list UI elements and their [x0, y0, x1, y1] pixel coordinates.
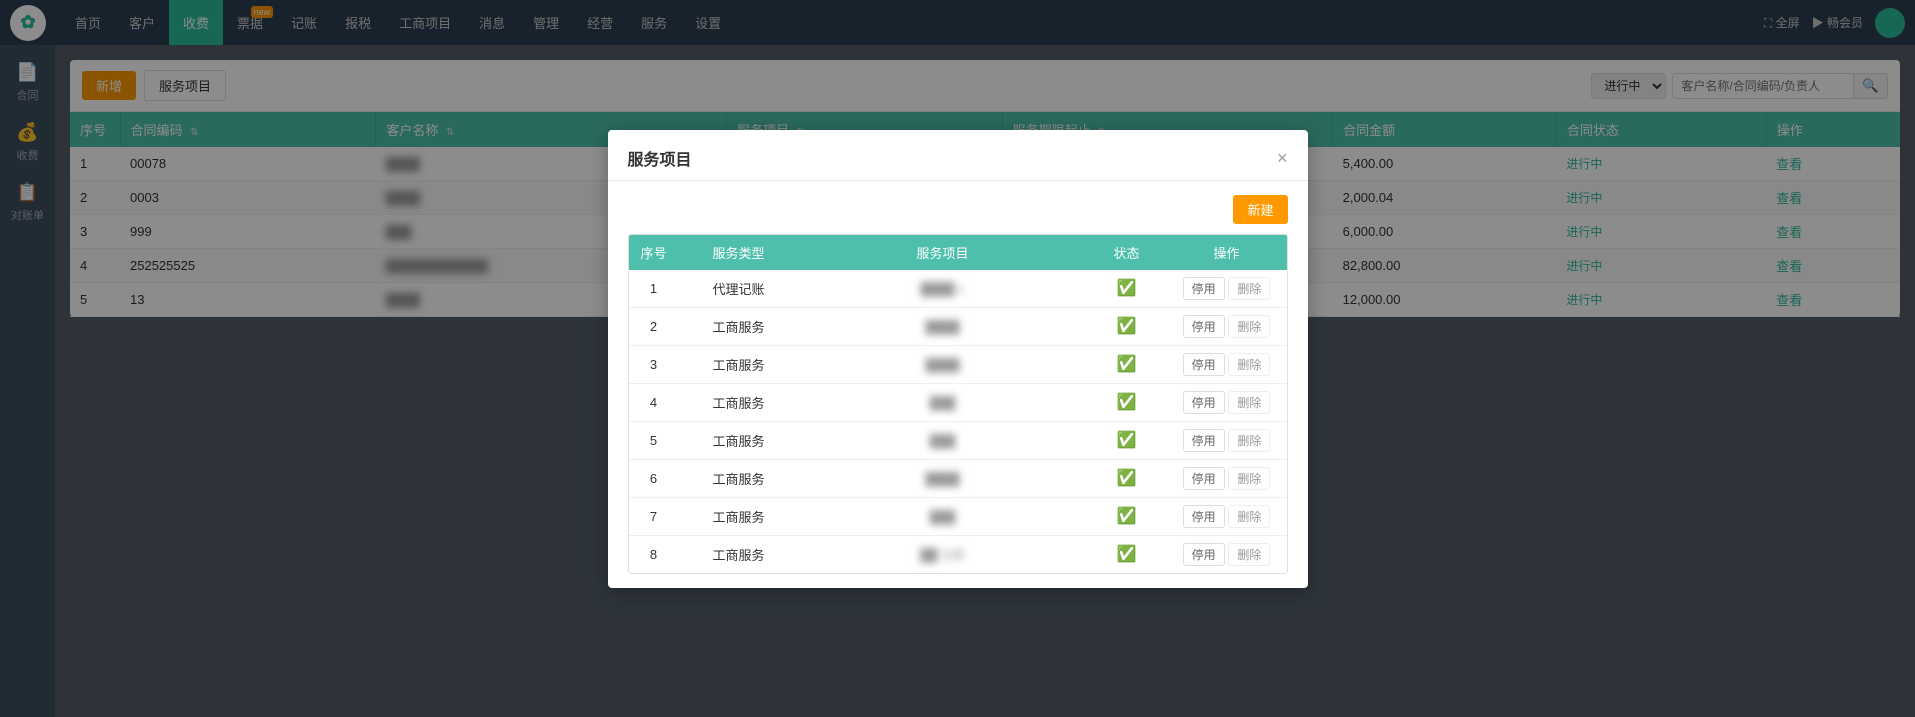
modal-cell-action: 停用 删除 [1167, 307, 1287, 345]
modal-close-button[interactable]: × [1277, 149, 1288, 167]
modal-th-seq: 序号 [629, 235, 679, 270]
stop-button[interactable]: 停用 [1183, 467, 1225, 490]
modal-cell-status: ✅ [1087, 307, 1167, 345]
modal-cell-status: ✅ [1087, 459, 1167, 497]
list-item: 3 工商服务 ████ ✅ 停用 删除 [629, 345, 1287, 383]
modal-cell-seq: 1 [629, 270, 679, 308]
modal-cell-item: ████ [799, 345, 1087, 383]
modal-cell-seq: 8 [629, 535, 679, 573]
modal-cell-action: 停用 删除 [1167, 270, 1287, 308]
modal-cell-item: ████ [799, 459, 1087, 497]
modal-th-action: 操作 [1167, 235, 1287, 270]
delete-button[interactable]: 删除 [1228, 429, 1270, 452]
modal-body: 新建 序号 服务类型 服务项目 状态 操作 1 代理记账 [608, 181, 1308, 588]
status-check-icon: ✅ [1117, 470, 1137, 487]
list-item: 8 工商服务 ██ 注册 ✅ 停用 删除 [629, 535, 1287, 573]
status-check-icon: ✅ [1117, 432, 1137, 449]
modal-cell-status: ✅ [1087, 270, 1167, 308]
modal-th-type: 服务类型 [679, 235, 799, 270]
modal-cell-status: ✅ [1087, 535, 1167, 573]
modal-cell-seq: 3 [629, 345, 679, 383]
modal-cell-type: 工商服务 [679, 383, 799, 421]
modal-cell-action: 停用 删除 [1167, 383, 1287, 421]
modal-toolbar: 新建 [628, 195, 1288, 224]
stop-button[interactable]: 停用 [1183, 353, 1225, 376]
modal-cell-status: ✅ [1087, 345, 1167, 383]
modal-cell-seq: 6 [629, 459, 679, 497]
modal-cell-type: 工商服务 [679, 535, 799, 573]
status-check-icon: ✅ [1117, 546, 1137, 563]
stop-button[interactable]: 停用 [1183, 315, 1225, 338]
status-check-icon: ✅ [1117, 356, 1137, 373]
modal-cell-type: 工商服务 [679, 421, 799, 459]
modal-cell-item: ██ 注册 [799, 535, 1087, 573]
modal-table-wrapper[interactable]: 序号 服务类型 服务项目 状态 操作 1 代理记账 ████ 1 ✅ 停用 删除… [628, 234, 1288, 574]
modal-cell-type: 工商服务 [679, 497, 799, 535]
modal-cell-action: 停用 删除 [1167, 497, 1287, 535]
modal-th-item: 服务项目 [799, 235, 1087, 270]
delete-button[interactable]: 删除 [1228, 543, 1270, 566]
modal-cell-type: 工商服务 [679, 345, 799, 383]
modal-cell-item: ████ 1 [799, 270, 1087, 308]
status-check-icon: ✅ [1117, 280, 1137, 297]
modal-cell-item: ███ [799, 497, 1087, 535]
modal-header: 服务项目 × [608, 130, 1308, 181]
stop-button[interactable]: 停用 [1183, 543, 1225, 566]
status-check-icon: ✅ [1117, 318, 1137, 335]
stop-button[interactable]: 停用 [1183, 505, 1225, 528]
list-item: 6 工商服务 ████ ✅ 停用 删除 [629, 459, 1287, 497]
modal-cell-action: 停用 删除 [1167, 535, 1287, 573]
modal-cell-action: 停用 删除 [1167, 459, 1287, 497]
modal-cell-status: ✅ [1087, 383, 1167, 421]
modal-cell-type: 工商服务 [679, 307, 799, 345]
modal-cell-item: ███ [799, 421, 1087, 459]
list-item: 2 工商服务 ████ ✅ 停用 删除 [629, 307, 1287, 345]
service-table: 序号 服务类型 服务项目 状态 操作 1 代理记账 ████ 1 ✅ 停用 删除… [629, 235, 1287, 573]
list-item: 5 工商服务 ███ ✅ 停用 删除 [629, 421, 1287, 459]
modal-title: 服务项目 [628, 146, 692, 170]
modal-new-button[interactable]: 新建 [1233, 195, 1287, 224]
delete-button[interactable]: 删除 [1228, 467, 1270, 490]
modal-cell-type: 工商服务 [679, 459, 799, 497]
status-check-icon: ✅ [1117, 394, 1137, 411]
list-item: 7 工商服务 ███ ✅ 停用 删除 [629, 497, 1287, 535]
delete-button[interactable]: 删除 [1228, 315, 1270, 338]
modal-cell-status: ✅ [1087, 421, 1167, 459]
modal-cell-seq: 5 [629, 421, 679, 459]
modal-cell-seq: 4 [629, 383, 679, 421]
modal-cell-item: ███ [799, 383, 1087, 421]
service-modal: 服务项目 × 新建 序号 服务类型 服务项目 状态 操作 [608, 130, 1308, 588]
delete-button[interactable]: 删除 [1228, 391, 1270, 414]
stop-button[interactable]: 停用 [1183, 277, 1225, 300]
delete-button[interactable]: 删除 [1228, 353, 1270, 376]
status-check-icon: ✅ [1117, 508, 1137, 525]
delete-button[interactable]: 删除 [1228, 505, 1270, 528]
modal-cell-type: 代理记账 [679, 270, 799, 308]
modal-overlay[interactable]: 服务项目 × 新建 序号 服务类型 服务项目 状态 操作 [0, 0, 1915, 717]
list-item: 4 工商服务 ███ ✅ 停用 删除 [629, 383, 1287, 421]
delete-button[interactable]: 删除 [1228, 277, 1270, 300]
modal-cell-seq: 2 [629, 307, 679, 345]
stop-button[interactable]: 停用 [1183, 391, 1225, 414]
stop-button[interactable]: 停用 [1183, 429, 1225, 452]
modal-cell-item: ████ [799, 307, 1087, 345]
modal-cell-action: 停用 删除 [1167, 421, 1287, 459]
modal-cell-action: 停用 删除 [1167, 345, 1287, 383]
modal-cell-seq: 7 [629, 497, 679, 535]
modal-th-status: 状态 [1087, 235, 1167, 270]
modal-cell-status: ✅ [1087, 497, 1167, 535]
list-item: 1 代理记账 ████ 1 ✅ 停用 删除 [629, 270, 1287, 308]
